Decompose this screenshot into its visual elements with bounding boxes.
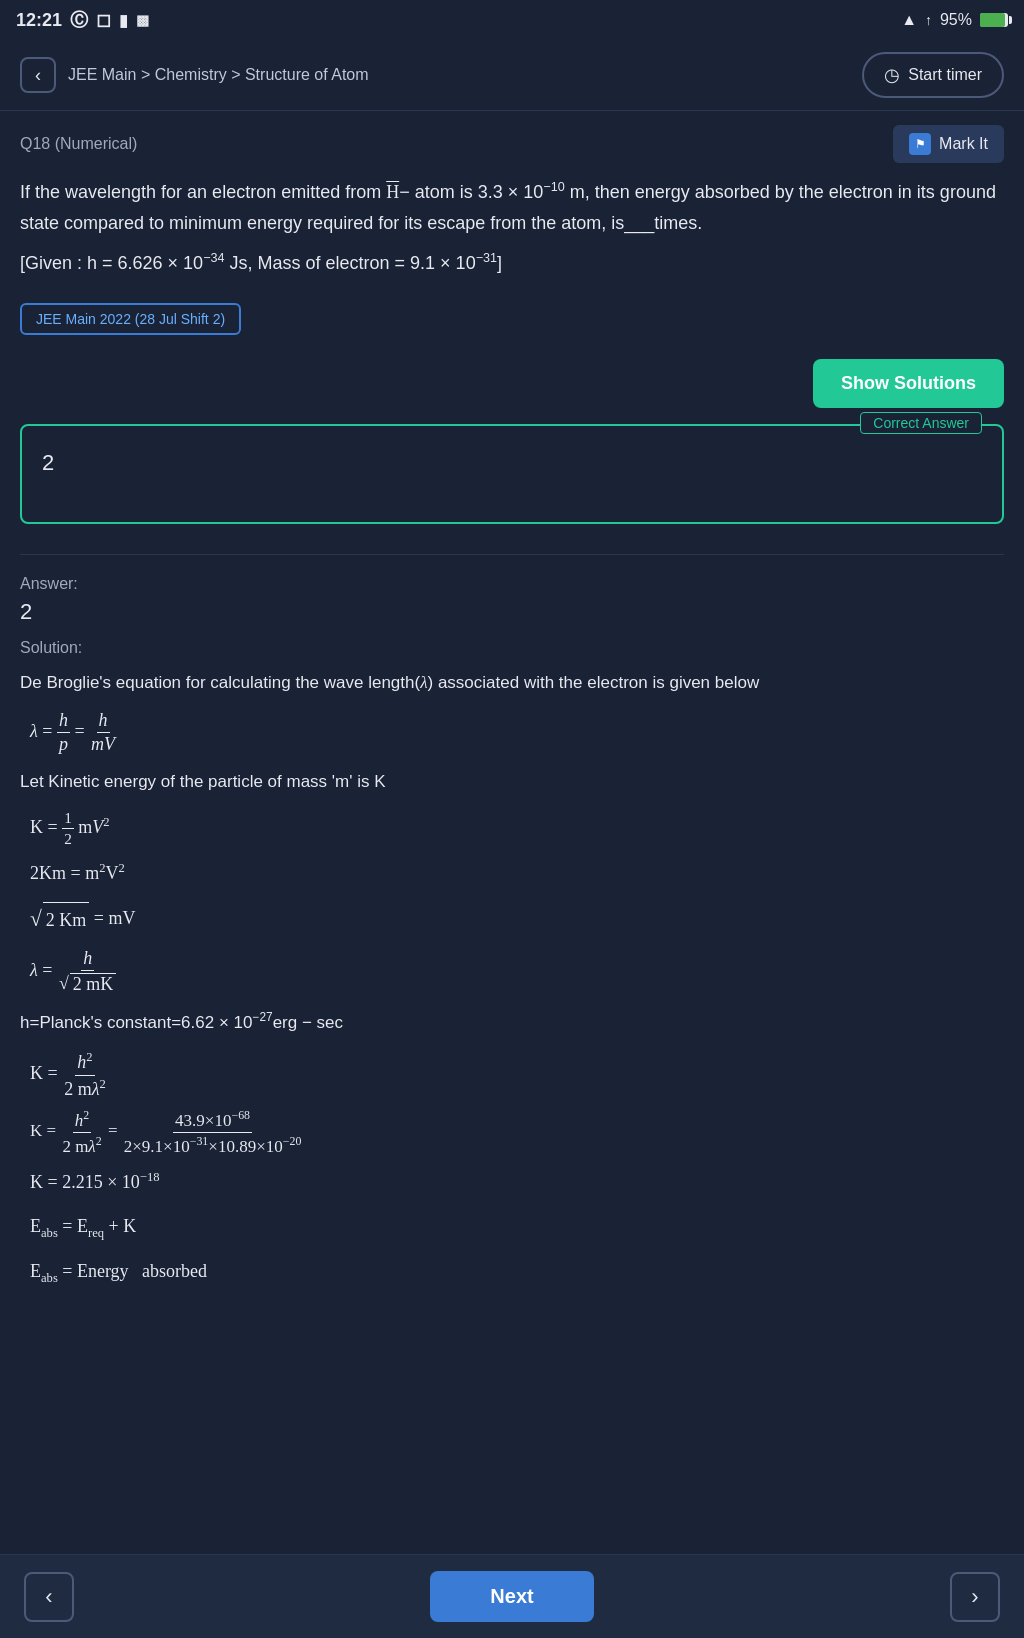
equation-4: √ 2 Km = mV: [20, 899, 1004, 940]
breadcrumb: JEE Main > Chemistry > Structure of Atom: [68, 66, 369, 84]
status-bar: 12:21 Ⓒ ◻ ▮ ▩ ▲ ↑ 95%: [0, 0, 1024, 40]
next-arrow-icon: ›: [971, 1584, 978, 1610]
notch-icon: ◻: [96, 9, 111, 31]
equation-2: K = 1 2 mV2: [20, 809, 1004, 849]
start-timer-button[interactable]: ◷ Start timer: [862, 52, 1004, 98]
bookmark-icon: ⚑: [909, 133, 931, 155]
equation-5: λ = h √ 2 mK: [20, 948, 1004, 996]
timer-label: Start timer: [908, 66, 982, 84]
question-tag: JEE Main 2022 (28 Jul Shift 2): [20, 303, 241, 335]
timer-icon: ◷: [884, 64, 900, 86]
whatsapp-icon: Ⓒ: [70, 8, 88, 32]
equation-7: K = h2 2 mλ2 = 43.9×10−68 2×9.1×10−31×10…: [20, 1108, 1004, 1157]
battery-icon: [980, 13, 1008, 27]
equation-1: λ = h p = h mV: [20, 710, 1004, 756]
kinetic-energy-intro: Let Kinetic energy of the particle of ma…: [20, 768, 1004, 797]
solution-description: De Broglie's equation for calculating th…: [20, 669, 1004, 698]
plancks-constant-note: h=Planck's constant=6.62 × 10−27erg − se…: [20, 1007, 1004, 1038]
bottom-navigation: ‹ Next ›: [0, 1554, 1024, 1638]
signal-icon: ▩: [136, 12, 149, 28]
question-header: Q18 (Numerical) ⚑ Mark It: [0, 111, 1024, 173]
arrow-up-icon: ↑: [925, 12, 932, 28]
answer-label: Answer:: [20, 575, 1004, 593]
divider-1: [20, 554, 1004, 555]
question-number: Q18 (Numerical): [20, 135, 137, 153]
nav-left: ‹ JEE Main > Chemistry > Structure of At…: [20, 57, 369, 93]
navigation-bar: ‹ JEE Main > Chemistry > Structure of At…: [0, 40, 1024, 111]
tag-container: JEE Main 2022 (28 Jul Shift 2): [0, 295, 1024, 351]
correct-answer-value: 2: [42, 450, 982, 476]
show-solutions-button[interactable]: Show Solutions: [813, 359, 1004, 408]
answer-number: 2: [20, 599, 1004, 625]
next-arrow-button[interactable]: ›: [950, 1572, 1000, 1622]
correct-answer-label: Correct Answer: [860, 412, 982, 434]
battery-indicator-left: ▮: [119, 11, 128, 30]
answer-section: Correct Answer 2: [0, 424, 1024, 544]
status-time: 12:21 Ⓒ ◻ ▮ ▩: [16, 8, 149, 32]
wifi-icon: ▲: [901, 11, 917, 29]
battery-percent: 95%: [940, 11, 972, 29]
prev-icon: ‹: [45, 1584, 52, 1610]
equation-8: K = 2.215 × 10−18: [20, 1165, 1004, 1199]
equation-10: Eabs = Energy absorbed: [20, 1254, 1004, 1291]
answer-box: Correct Answer 2: [20, 424, 1004, 524]
time-display: 12:21: [16, 10, 62, 31]
question-body: If the wavelength for an electron emitte…: [0, 173, 1024, 295]
solution-section: Answer: 2 Solution: De Broglie's equatio…: [0, 565, 1024, 1319]
prev-button[interactable]: ‹: [24, 1572, 74, 1622]
question-text: If the wavelength for an electron emitte…: [20, 177, 1004, 238]
back-icon: ‹: [35, 65, 41, 86]
mark-it-label: Mark It: [939, 135, 988, 153]
status-right: ▲ ↑ 95%: [901, 11, 1008, 29]
solution-label: Solution:: [20, 639, 1004, 657]
given-text: [Given : h = 6.626 × 10−34 Js, Mass of e…: [20, 248, 1004, 279]
equation-3: 2Km = m2V2: [20, 856, 1004, 890]
equation-6: K = h2 2 mλ2: [20, 1050, 1004, 1100]
next-button[interactable]: Next: [430, 1571, 593, 1622]
back-button[interactable]: ‹: [20, 57, 56, 93]
mark-it-button[interactable]: ⚑ Mark It: [893, 125, 1004, 163]
equation-9: Eabs = Ereq + K: [20, 1209, 1004, 1246]
